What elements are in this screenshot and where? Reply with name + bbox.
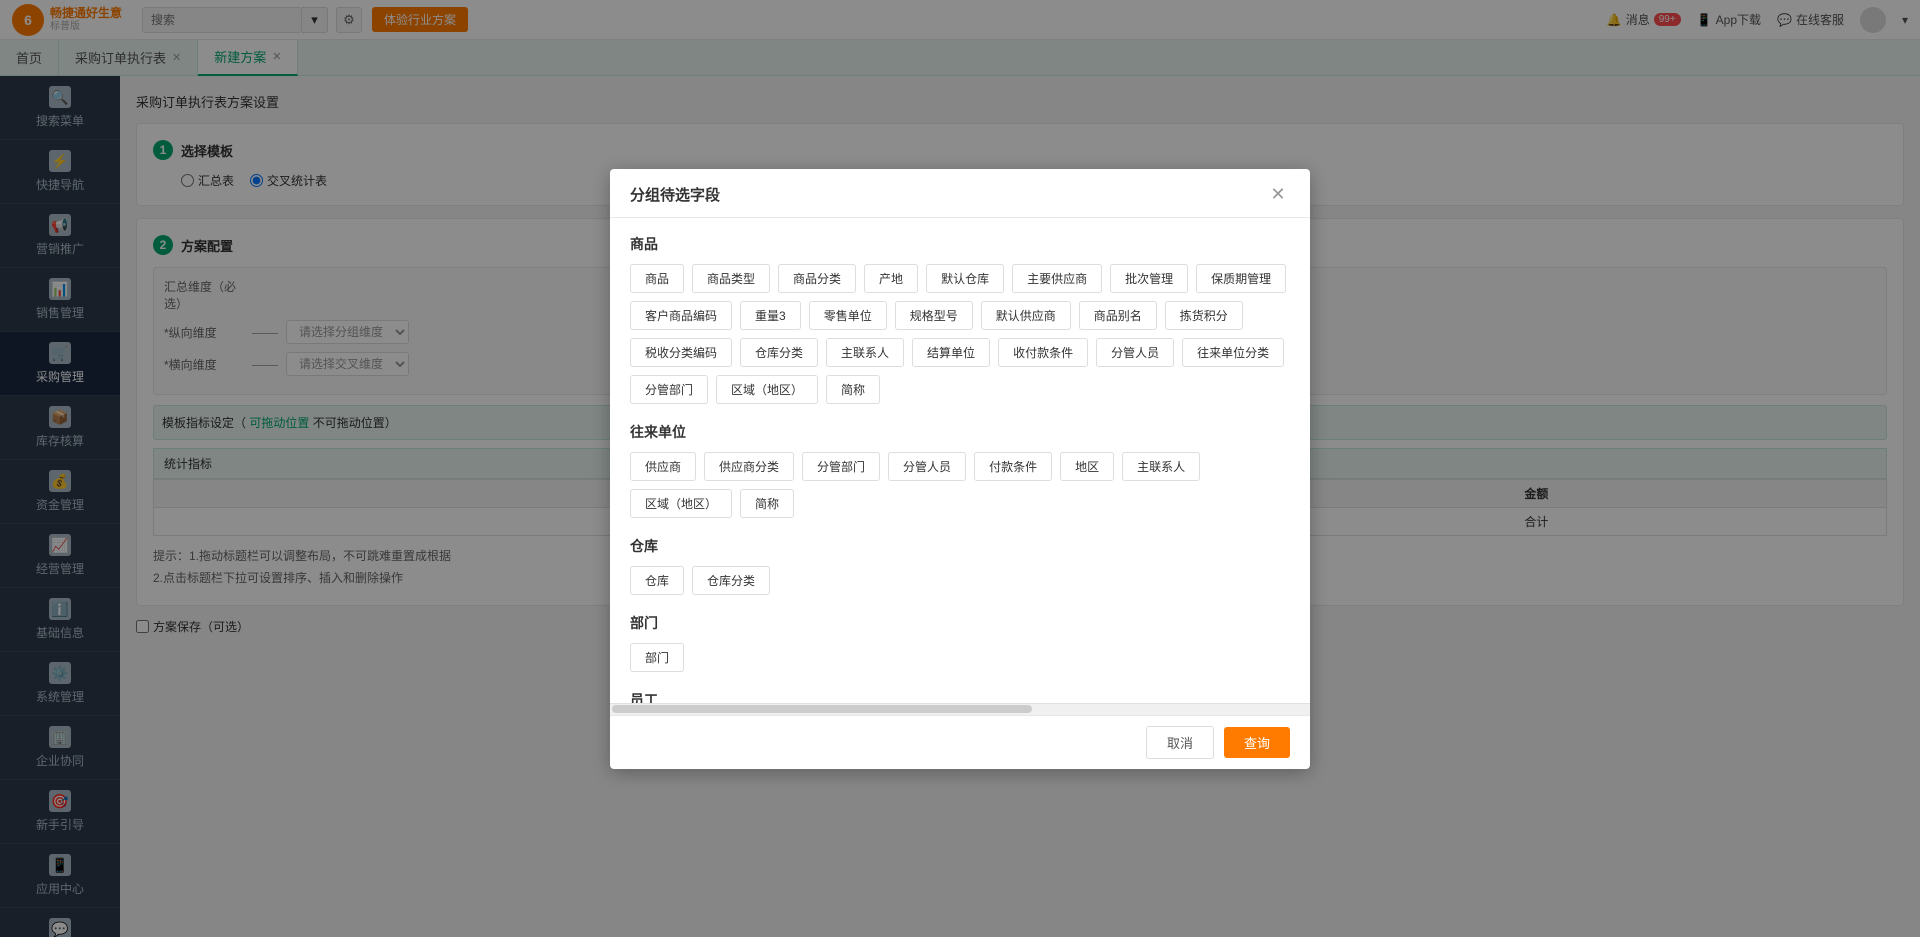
field-tag[interactable]: 保质期管理 [1196, 264, 1286, 293]
field-tag[interactable]: 仓库 [630, 566, 684, 595]
modal-dialog: 分组待选字段 ✕ 商品 商品 商品类型 商品分类 产地 默认仓库 主要供应商 批… [610, 169, 1310, 769]
modal-footer: 取消 查询 [610, 715, 1310, 769]
field-tag[interactable]: 往来单位分类 [1182, 338, 1284, 367]
section-product: 商品 商品 商品类型 商品分类 产地 默认仓库 主要供应商 批次管理 保质期管理… [630, 234, 1290, 404]
field-tag[interactable]: 零售单位 [809, 301, 887, 330]
section-department-title: 部门 [630, 613, 1290, 633]
field-tag[interactable]: 商品分类 [778, 264, 856, 293]
field-tag[interactable]: 简称 [740, 489, 794, 518]
modal-confirm-btn[interactable]: 查询 [1224, 727, 1290, 758]
field-tag[interactable]: 主联系人 [1122, 452, 1200, 481]
modal-body: 商品 商品 商品类型 商品分类 产地 默认仓库 主要供应商 批次管理 保质期管理… [610, 218, 1310, 703]
field-tag[interactable]: 规格型号 [895, 301, 973, 330]
field-tag[interactable]: 部门 [630, 643, 684, 672]
field-tag[interactable]: 产地 [864, 264, 918, 293]
section-employee: 员工 业务员 [630, 690, 1290, 703]
field-tag[interactable]: 拣货积分 [1165, 301, 1243, 330]
field-tag[interactable]: 区域（地区） [630, 489, 732, 518]
field-tag[interactable]: 商品类型 [692, 264, 770, 293]
section-warehouse-title: 仓库 [630, 536, 1290, 556]
section-product-title: 商品 [630, 234, 1290, 254]
field-tag[interactable]: 分管部门 [630, 375, 708, 404]
field-tag[interactable]: 仓库分类 [740, 338, 818, 367]
field-tag[interactable]: 主要供应商 [1012, 264, 1102, 293]
modal-cancel-btn[interactable]: 取消 [1146, 726, 1214, 759]
field-tag[interactable]: 商品别名 [1079, 301, 1157, 330]
field-tag[interactable]: 地区 [1060, 452, 1114, 481]
field-tag[interactable]: 主联系人 [826, 338, 904, 367]
field-tag[interactable]: 分管部门 [802, 452, 880, 481]
field-tag[interactable]: 结算单位 [912, 338, 990, 367]
modal-overlay: 分组待选字段 ✕ 商品 商品 商品类型 商品分类 产地 默认仓库 主要供应商 批… [0, 0, 1920, 937]
section-partner: 往来单位 供应商 供应商分类 分管部门 分管人员 付款条件 地区 主联系人 区域… [630, 422, 1290, 518]
section-employee-title: 员工 [630, 690, 1290, 703]
field-tag[interactable]: 税收分类编码 [630, 338, 732, 367]
scrollbar-thumb [612, 705, 1032, 713]
section-department-fields: 部门 [630, 643, 1290, 672]
section-partner-title: 往来单位 [630, 422, 1290, 442]
field-tag[interactable]: 重量3 [740, 301, 801, 330]
field-tag[interactable]: 默认供应商 [981, 301, 1071, 330]
horizontal-scrollbar[interactable] [610, 703, 1310, 715]
modal-close-btn[interactable]: ✕ [1266, 183, 1290, 207]
field-tag[interactable]: 供应商分类 [704, 452, 794, 481]
modal-title: 分组待选字段 [630, 184, 720, 205]
field-tag[interactable]: 收付款条件 [998, 338, 1088, 367]
field-tag[interactable]: 仓库分类 [692, 566, 770, 595]
section-warehouse: 仓库 仓库 仓库分类 [630, 536, 1290, 595]
field-tag[interactable]: 付款条件 [974, 452, 1052, 481]
field-tag[interactable]: 区域（地区） [716, 375, 818, 404]
section-department: 部门 部门 [630, 613, 1290, 672]
field-tag[interactable]: 默认仓库 [926, 264, 1004, 293]
field-tag[interactable]: 客户商品编码 [630, 301, 732, 330]
field-tag[interactable]: 分管人员 [1096, 338, 1174, 367]
field-tag[interactable]: 商品 [630, 264, 684, 293]
field-tag[interactable]: 供应商 [630, 452, 696, 481]
modal-header: 分组待选字段 ✕ [610, 169, 1310, 218]
section-partner-fields: 供应商 供应商分类 分管部门 分管人员 付款条件 地区 主联系人 区域（地区） … [630, 452, 1290, 518]
section-product-fields: 商品 商品类型 商品分类 产地 默认仓库 主要供应商 批次管理 保质期管理 客户… [630, 264, 1290, 404]
field-tag[interactable]: 分管人员 [888, 452, 966, 481]
field-tag[interactable]: 批次管理 [1110, 264, 1188, 293]
section-warehouse-fields: 仓库 仓库分类 [630, 566, 1290, 595]
field-tag[interactable]: 简称 [826, 375, 880, 404]
